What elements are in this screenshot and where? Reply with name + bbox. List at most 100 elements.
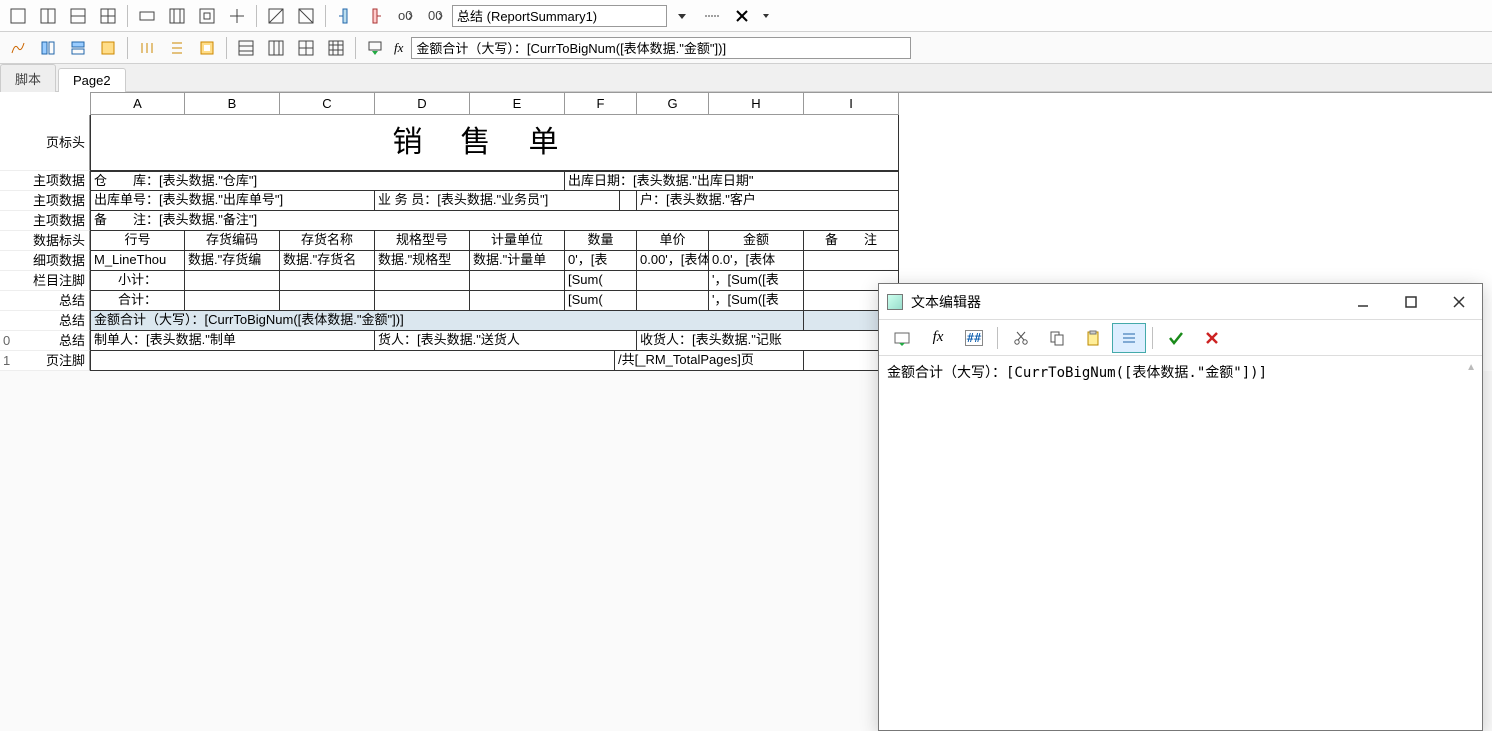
cell-header[interactable]: 行号: [90, 231, 185, 251]
cell[interactable]: [90, 351, 615, 371]
row-label[interactable]: 总结: [0, 291, 90, 311]
cell[interactable]: M_LineThou: [90, 251, 185, 271]
row-label[interactable]: 栏目注脚: [0, 271, 90, 291]
editor-btn-fx-icon[interactable]: fx: [921, 323, 955, 353]
btn-layout-1[interactable]: [4, 3, 32, 29]
cell[interactable]: 0.00'，[表体: [637, 251, 709, 271]
btn-merge-1[interactable]: [133, 3, 161, 29]
cell-header[interactable]: 存货名称: [280, 231, 375, 251]
cell[interactable]: [375, 291, 470, 311]
cell[interactable]: '，[Sum([表: [709, 291, 804, 311]
btn-tool-b[interactable]: [34, 35, 62, 61]
cell[interactable]: 备 注：[表头数据."备注"]: [90, 211, 899, 231]
btn-close-x-icon[interactable]: [728, 3, 756, 29]
row-label[interactable]: 主项数据: [0, 191, 90, 211]
btn-delete-col[interactable]: [361, 3, 389, 29]
row-label[interactable]: 数据标头: [0, 231, 90, 251]
editor-btn-cancel-icon[interactable]: [1195, 323, 1229, 353]
cell[interactable]: [637, 291, 709, 311]
row-label[interactable]: 主项数据: [0, 211, 90, 231]
editor-btn-copy-icon[interactable]: [1040, 323, 1074, 353]
btn-col-width-inc[interactable]: 00: [421, 3, 449, 29]
btn-grid-2[interactable]: [262, 35, 290, 61]
maximize-button[interactable]: [1396, 291, 1426, 313]
btn-layout-3[interactable]: [64, 3, 92, 29]
btn-insert-col[interactable]: [331, 3, 359, 29]
col-header-H[interactable]: H: [709, 93, 804, 115]
row-label[interactable]: 细项数据: [0, 251, 90, 271]
editor-btn-cut-icon[interactable]: [1004, 323, 1038, 353]
col-header-B[interactable]: B: [185, 93, 280, 115]
cell[interactable]: 出库单号：[表头数据."出库单号"]: [90, 191, 375, 211]
cell[interactable]: /共[_RM_TotalPages]页: [615, 351, 804, 371]
cell[interactable]: [470, 271, 565, 291]
btn-tool-a[interactable]: [4, 35, 32, 61]
cell[interactable]: 数据."规格型: [375, 251, 470, 271]
cell[interactable]: 收货人：[表头数据."记账: [637, 331, 899, 351]
btn-merge-4[interactable]: [223, 3, 251, 29]
cell[interactable]: 业 务 员：[表头数据."业务员"]: [375, 191, 620, 211]
cell[interactable]: [Sum(: [565, 291, 637, 311]
editor-titlebar[interactable]: 文本编辑器: [879, 284, 1482, 320]
btn-diag-2[interactable]: [292, 3, 320, 29]
cell[interactable]: 数据."存货编: [185, 251, 280, 271]
cell[interactable]: 0.0'，[表体: [709, 251, 804, 271]
cell[interactable]: 0'，[表: [565, 251, 637, 271]
close-button[interactable]: [1444, 291, 1474, 313]
tab-page2[interactable]: Page2: [58, 68, 126, 92]
cell-header[interactable]: 数量: [565, 231, 637, 251]
btn-dashed-icon[interactable]: [698, 3, 726, 29]
col-header-F[interactable]: F: [565, 93, 637, 115]
btn-layout-2[interactable]: [34, 3, 62, 29]
btn-grid-3[interactable]: [292, 35, 320, 61]
btn-col-width-dec[interactable]: o0: [391, 3, 419, 29]
cell[interactable]: [185, 291, 280, 311]
cell[interactable]: [280, 271, 375, 291]
btn-merge-2[interactable]: [163, 3, 191, 29]
btn-layout-4[interactable]: [94, 3, 122, 29]
col-header-C[interactable]: C: [280, 93, 375, 115]
cell-header[interactable]: 计量单位: [470, 231, 565, 251]
row-label[interactable]: 总结: [0, 311, 90, 331]
cell[interactable]: [637, 271, 709, 291]
row-label[interactable]: 0总结: [0, 331, 90, 351]
cell[interactable]: '，[Sum([表: [709, 271, 804, 291]
cell[interactable]: [375, 271, 470, 291]
btn-tool-e[interactable]: [133, 35, 161, 61]
cell-selected[interactable]: 金额合计（大写）：[CurrToBigNum([表体数据."金额"])]: [90, 311, 804, 331]
cell[interactable]: 出库日期：[表头数据."出库日期": [565, 171, 899, 191]
cell[interactable]: [804, 251, 899, 271]
editor-btn-paste-icon[interactable]: [1076, 323, 1110, 353]
editor-btn-field-icon[interactable]: [885, 323, 919, 353]
cell-title[interactable]: 销售单: [90, 115, 899, 171]
tab-script[interactable]: 脚本: [0, 64, 56, 92]
btn-diag-1[interactable]: [262, 3, 290, 29]
cell-header[interactable]: 规格型号: [375, 231, 470, 251]
editor-btn-format-icon[interactable]: ##: [957, 323, 991, 353]
cell-header[interactable]: 单价: [637, 231, 709, 251]
col-header-G[interactable]: G: [637, 93, 709, 115]
btn-dropdown-green-icon[interactable]: [361, 35, 389, 61]
btn-tool-c[interactable]: [64, 35, 92, 61]
col-header-E[interactable]: E: [470, 93, 565, 115]
cell[interactable]: 仓 库：[表头数据."仓库"]: [90, 171, 565, 191]
cell[interactable]: 合计：: [90, 291, 185, 311]
row-label[interactable]: 1页注脚: [0, 351, 90, 371]
btn-tool-f[interactable]: [163, 35, 191, 61]
cell[interactable]: [620, 191, 637, 211]
cell[interactable]: 数据."计量单: [470, 251, 565, 271]
formula-input[interactable]: [411, 37, 911, 59]
cell[interactable]: 小计：: [90, 271, 185, 291]
cell[interactable]: 制单人：[表头数据."制单: [90, 331, 375, 351]
cell[interactable]: 户：[表头数据."客户: [637, 191, 899, 211]
cell-header[interactable]: 金额: [709, 231, 804, 251]
cell[interactable]: 货人：[表头数据."送货人: [375, 331, 637, 351]
btn-small-arrow-icon[interactable]: [758, 3, 774, 29]
row-label[interactable]: 页标头: [0, 115, 90, 171]
cell[interactable]: [185, 271, 280, 291]
cell-header[interactable]: 存货编码: [185, 231, 280, 251]
btn-merge-3[interactable]: [193, 3, 221, 29]
col-header-A[interactable]: A: [90, 93, 185, 115]
cell[interactable]: [470, 291, 565, 311]
cell[interactable]: [Sum(: [565, 271, 637, 291]
